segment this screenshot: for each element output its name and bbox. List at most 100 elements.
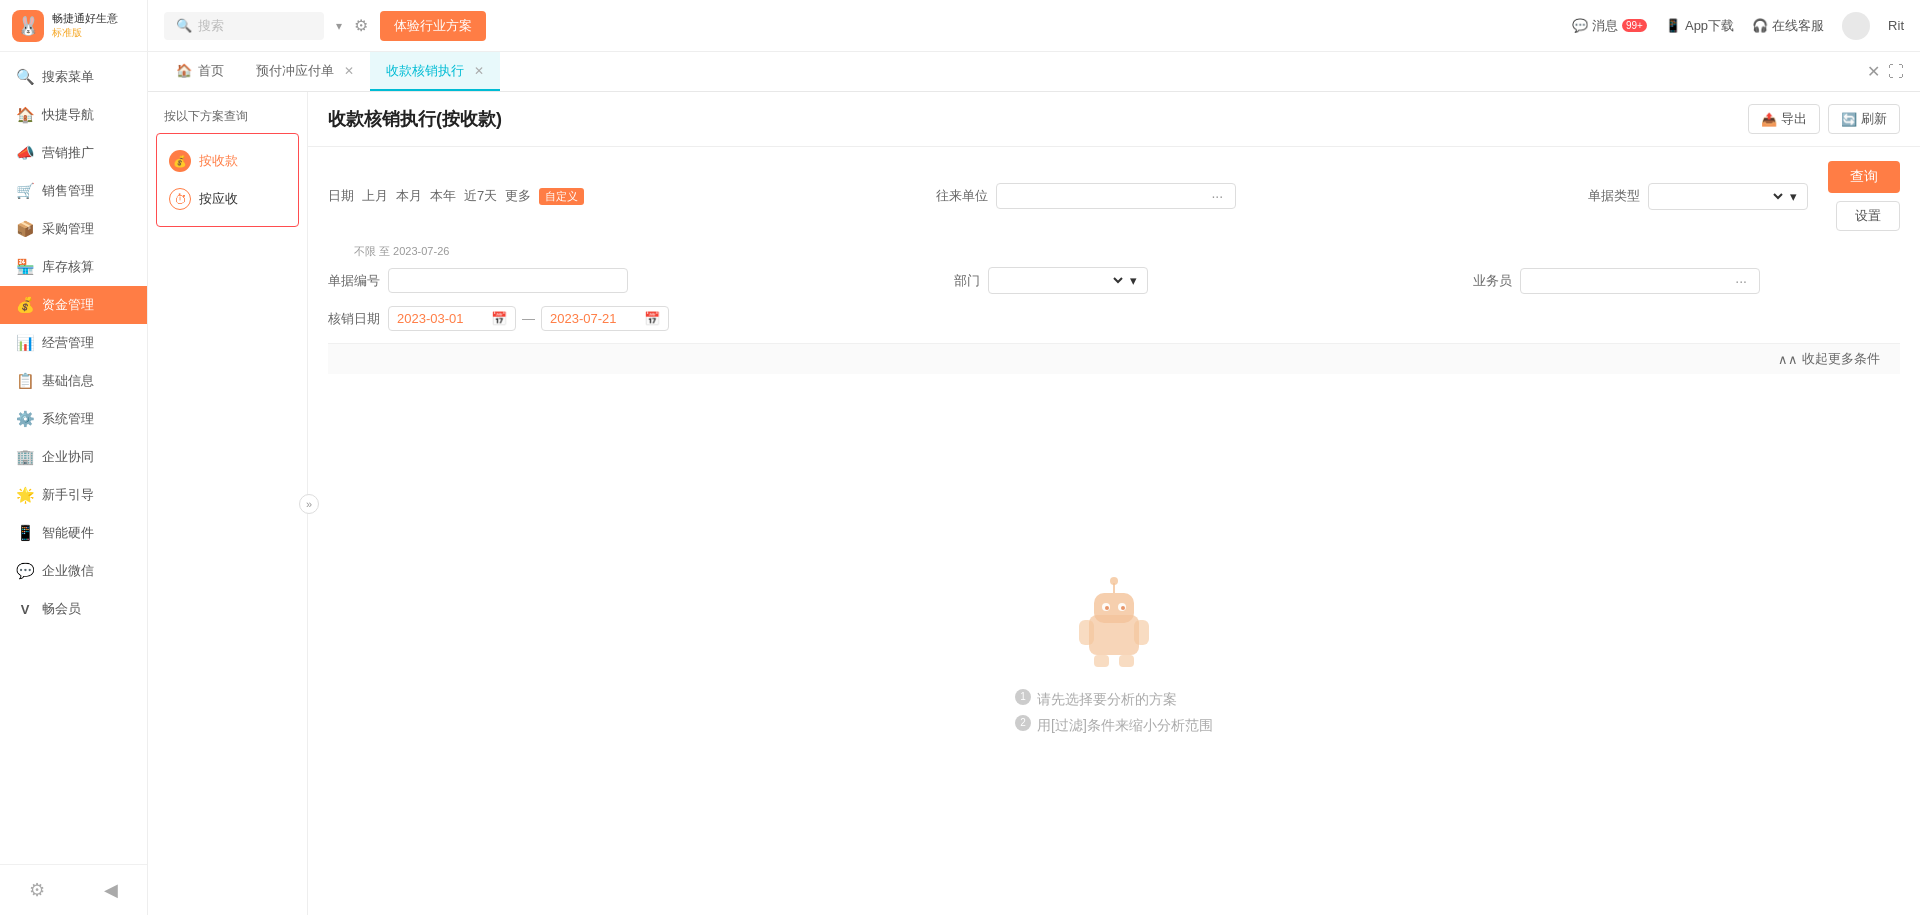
logo-text-block: 畅捷通好生意 标准版 xyxy=(52,11,118,39)
shortcut-this-month[interactable]: 本月 xyxy=(396,187,422,205)
collapse-more-label: 收起更多条件 xyxy=(1802,350,1880,368)
search-box[interactable]: 🔍 搜索 xyxy=(164,12,324,40)
fullscreen-icon[interactable]: ⛶ xyxy=(1888,63,1904,81)
online-service-item[interactable]: 🎧 在线客服 xyxy=(1752,17,1824,35)
voucher-no-input[interactable] xyxy=(399,273,617,288)
empty-robot-illustration xyxy=(1059,565,1169,675)
custom-date-badge[interactable]: 自定义 xyxy=(539,188,584,205)
quick-nav-icon: 🏠 xyxy=(16,106,34,124)
calendar-end-icon[interactable]: 📅 xyxy=(644,311,660,326)
sidebar-item-finance[interactable]: 💰 资金管理 xyxy=(0,286,147,324)
sidebar-label-marketing: 营销推广 xyxy=(42,144,94,162)
sidebar: 🐰 畅捷通好生意 标准版 🔍 搜索菜单 🏠 快捷导航 📣 营销推广 🛒 销售管理… xyxy=(0,0,148,915)
finance-icon: 💰 xyxy=(16,296,34,314)
form-row-1: 日期 上月 本月 本年 近7天 更多 自定义 往来单位 xyxy=(328,161,1900,231)
salesperson-ellipsis-icon[interactable]: ··· xyxy=(1733,273,1749,289)
sidebar-label-weixin: 企业微信 xyxy=(42,562,94,580)
shortcut-last-month[interactable]: 上月 xyxy=(362,187,388,205)
writeoff-date-label: 核销日期 xyxy=(328,310,380,328)
refresh-button[interactable]: 🔄 刷新 xyxy=(1828,104,1900,134)
export-button[interactable]: 📤 导出 xyxy=(1748,104,1820,134)
sidebar-item-guide[interactable]: 🌟 新手引导 xyxy=(0,476,147,514)
export-label: 导出 xyxy=(1781,110,1807,128)
shortcut-this-year[interactable]: 本年 xyxy=(430,187,456,205)
tab-home[interactable]: 🏠 首页 xyxy=(160,52,240,91)
writeoff-date-group: 核销日期 📅 — 📅 xyxy=(328,306,669,331)
tab-home-label: 首页 xyxy=(198,62,224,80)
industry-solution-button[interactable]: 体验行业方案 xyxy=(380,11,486,41)
collapse-chevron-icon: ∧∧ xyxy=(1778,352,1798,367)
svg-rect-4 xyxy=(1119,655,1134,667)
tip-2-text: 用[过滤]条件来缩小分析范围 xyxy=(1037,713,1213,738)
department-select[interactable] xyxy=(999,272,1126,289)
settings-gear-icon[interactable]: ⚙ xyxy=(354,16,368,35)
filter-sidebar-collapse-button[interactable]: » xyxy=(299,494,319,514)
writeoff-date-range: 📅 — 📅 xyxy=(388,306,669,331)
filter-title: 按以下方案查询 xyxy=(156,104,299,133)
tab-bar: 🏠 首页 预付冲应付单 ✕ 收款核销执行 ✕ ✕ ⛶ xyxy=(148,52,1920,92)
search-form: 日期 上月 本月 本年 近7天 更多 自定义 往来单位 xyxy=(308,147,1920,388)
query-button[interactable]: 查询 xyxy=(1828,161,1900,193)
shortcut-7days[interactable]: 近7天 xyxy=(464,187,497,205)
counterparty-input[interactable] xyxy=(1007,189,1205,204)
message-icon: 💬 xyxy=(1572,18,1588,33)
tab-prepay-close-icon[interactable]: ✕ xyxy=(344,64,354,78)
settings-bottom-icon[interactable]: ⚙ xyxy=(23,873,51,907)
date-group: 日期 上月 本月 本年 近7天 更多 自定义 xyxy=(328,187,584,205)
voucher-no-group: 单据编号 xyxy=(328,268,628,293)
sidebar-label-quick-nav: 快捷导航 xyxy=(42,106,94,124)
sidebar-item-purchase[interactable]: 📦 采购管理 xyxy=(0,210,147,248)
salesperson-input[interactable] xyxy=(1531,273,1729,288)
filter-by-receipt[interactable]: 💰 按收款 xyxy=(157,142,298,180)
sidebar-item-sales[interactable]: 🛒 销售管理 xyxy=(0,172,147,210)
sidebar-item-operations[interactable]: 📊 经营管理 xyxy=(0,324,147,362)
sidebar-item-search-menu[interactable]: 🔍 搜索菜单 xyxy=(0,58,147,96)
sidebar-item-marketing[interactable]: 📣 营销推广 xyxy=(0,134,147,172)
sidebar-item-quick-nav[interactable]: 🏠 快捷导航 xyxy=(0,96,147,134)
sidebar-item-system[interactable]: ⚙️ 系统管理 xyxy=(0,400,147,438)
header-actions: 📤 导出 🔄 刷新 xyxy=(1748,104,1900,134)
basic-info-icon: 📋 xyxy=(16,372,34,390)
tab-writeoff-close-icon[interactable]: ✕ xyxy=(474,64,484,78)
export-icon: 📤 xyxy=(1761,112,1777,127)
main-content: 收款核销执行(按收款) 📤 导出 🔄 刷新 xyxy=(308,92,1920,915)
sidebar-item-inventory[interactable]: 🏪 库存核算 xyxy=(0,248,147,286)
tab-prepay[interactable]: 预付冲应付单 ✕ xyxy=(240,52,370,91)
writeoff-date-start-input[interactable] xyxy=(397,311,487,326)
svg-point-11 xyxy=(1110,577,1118,585)
collapse-row: ∧∧ 收起更多条件 xyxy=(328,343,1900,374)
counterparty-ellipsis-icon[interactable]: ··· xyxy=(1209,188,1225,204)
search-chevron-icon: ▾ xyxy=(336,19,342,33)
voucher-type-chevron-icon: ▾ xyxy=(1790,189,1797,204)
app-name: 畅捷通好生意 xyxy=(52,11,118,25)
shortcut-more[interactable]: 更多 xyxy=(505,187,531,205)
sidebar-label-sales: 销售管理 xyxy=(42,182,94,200)
voucher-type-select[interactable] xyxy=(1659,188,1786,205)
svg-rect-3 xyxy=(1094,655,1109,667)
svg-point-8 xyxy=(1105,606,1109,610)
receipt-icon: 💰 xyxy=(169,150,191,172)
sidebar-item-basic-info[interactable]: 📋 基础信息 xyxy=(0,362,147,400)
filter-by-receivable[interactable]: ⏱ 按应收 xyxy=(157,180,298,218)
sidebar-item-enterprise[interactable]: 🏢 企业协同 xyxy=(0,438,147,476)
collapse-more-button[interactable]: ∧∧ 收起更多条件 xyxy=(1778,350,1880,368)
app-download-icon: 📱 xyxy=(1665,18,1681,33)
tab-prepay-label: 预付冲应付单 xyxy=(256,62,334,80)
logo-icon: 🐰 xyxy=(12,10,44,42)
sidebar-item-hardware[interactable]: 📱 智能硬件 xyxy=(0,514,147,552)
sidebar-item-weixin[interactable]: 💬 企业微信 xyxy=(0,552,147,590)
sidebar-item-member[interactable]: V 畅会员 xyxy=(0,590,147,628)
page-header: 收款核销执行(按收款) 📤 导出 🔄 刷新 xyxy=(308,92,1920,147)
calendar-start-icon[interactable]: 📅 xyxy=(491,311,507,326)
form-row-3: 核销日期 📅 — 📅 xyxy=(328,306,1900,331)
sidebar-label-enterprise: 企业协同 xyxy=(42,448,94,466)
setting-button[interactable]: 设置 xyxy=(1836,201,1900,231)
collapse-sidebar-icon[interactable]: ◀ xyxy=(98,873,124,907)
app-download-item[interactable]: 📱 App下载 xyxy=(1665,17,1734,35)
main-area: 🔍 搜索 ▾ ⚙ 体验行业方案 💬 消息 99+ 📱 App下载 🎧 在线客服 … xyxy=(148,0,1920,915)
writeoff-date-end-input[interactable] xyxy=(550,311,640,326)
tabbar-controls: ✕ ⛶ xyxy=(1867,52,1908,91)
message-item[interactable]: 💬 消息 99+ xyxy=(1572,17,1647,35)
close-tab-icon[interactable]: ✕ xyxy=(1867,62,1880,81)
tab-writeoff[interactable]: 收款核销执行 ✕ xyxy=(370,52,500,91)
